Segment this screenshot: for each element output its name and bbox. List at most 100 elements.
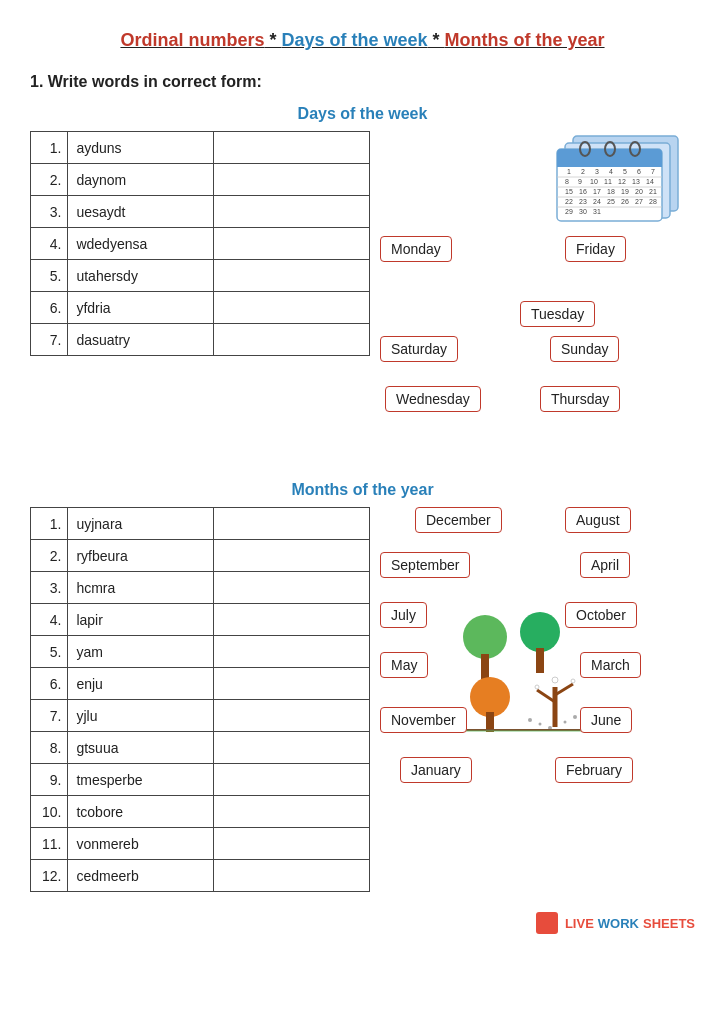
row-num: 2.: [31, 164, 68, 196]
svg-text:18: 18: [607, 188, 615, 195]
row-answer[interactable]: [214, 540, 370, 572]
row-word: daynom: [68, 164, 214, 196]
svg-text:21: 21: [649, 188, 657, 195]
row-num: 7.: [31, 324, 68, 356]
months-word-tag: September: [380, 552, 470, 578]
days-word-tag: Wednesday: [385, 386, 481, 412]
days-word-tag: Tuesday: [520, 301, 595, 327]
months-table-row: 2. ryfbeura: [31, 540, 370, 572]
months-wordbox-area: DecemberAugustSeptemberAprilJulyOctoberM…: [380, 507, 695, 887]
row-answer[interactable]: [214, 700, 370, 732]
svg-text:26: 26: [621, 198, 629, 205]
svg-text:10: 10: [590, 178, 598, 185]
svg-text:23: 23: [579, 198, 587, 205]
row-num: 8.: [31, 732, 68, 764]
svg-text:20: 20: [635, 188, 643, 195]
days-section: 1. ayduns 2. daynom 3. uesaydt 4. wdedye…: [30, 131, 695, 461]
row-answer[interactable]: [214, 860, 370, 892]
days-table-row: 7. dasuatry: [31, 324, 370, 356]
months-table-row: 8. gtsuua: [31, 732, 370, 764]
svg-rect-61: [455, 730, 595, 732]
months-table-row: 1. uyjnara: [31, 508, 370, 540]
row-word: tmesperbe: [68, 764, 214, 796]
row-num: 2.: [31, 540, 68, 572]
svg-text:2: 2: [581, 168, 585, 175]
row-num: 5.: [31, 260, 68, 292]
svg-text:13: 13: [632, 178, 640, 185]
svg-text:15: 15: [565, 188, 573, 195]
row-word: yam: [68, 636, 214, 668]
days-word-boxes: MondayFridayTuesdaySaturdaySundayWednesd…: [380, 231, 690, 461]
row-num: 11.: [31, 828, 68, 860]
months-table-row: 11. vonmereb: [31, 828, 370, 860]
row-num: 3.: [31, 572, 68, 604]
row-answer[interactable]: [214, 764, 370, 796]
months-word-tag: February: [555, 757, 633, 783]
months-table-row: 5. yam: [31, 636, 370, 668]
lw-badge: LIVEWORKSHEETS: [536, 912, 695, 934]
row-num: 6.: [31, 292, 68, 324]
months-word-tag: June: [580, 707, 632, 733]
row-answer[interactable]: [214, 228, 370, 260]
svg-text:1: 1: [567, 168, 571, 175]
row-answer[interactable]: [214, 732, 370, 764]
svg-point-45: [520, 612, 560, 652]
days-table-area: 1. ayduns 2. daynom 3. uesaydt 4. wdedye…: [30, 131, 370, 356]
row-answer[interactable]: [214, 604, 370, 636]
row-answer[interactable]: [214, 260, 370, 292]
months-section: 1. uyjnara 2. ryfbeura 3. hcmra 4. lapir…: [30, 507, 695, 892]
liveworksheets-footer: LIVEWORKSHEETS: [30, 912, 695, 937]
row-word: vonmereb: [68, 828, 214, 860]
row-answer[interactable]: [214, 828, 370, 860]
row-word: enju: [68, 668, 214, 700]
row-num: 4.: [31, 604, 68, 636]
row-answer[interactable]: [214, 668, 370, 700]
title-sep1: *: [264, 30, 281, 50]
svg-text:24: 24: [593, 198, 601, 205]
months-word-tag: April: [580, 552, 630, 578]
row-answer[interactable]: [214, 636, 370, 668]
page-title: Ordinal numbers * Days of the week * Mon…: [30, 30, 695, 51]
svg-text:25: 25: [607, 198, 615, 205]
svg-line-50: [537, 690, 555, 702]
months-word-tag: July: [380, 602, 427, 628]
row-answer[interactable]: [214, 164, 370, 196]
row-answer[interactable]: [214, 796, 370, 828]
row-answer[interactable]: [214, 324, 370, 356]
days-table-row: 4. wdedyensa: [31, 228, 370, 260]
months-table-row: 7. yjlu: [31, 700, 370, 732]
svg-text:8: 8: [565, 178, 569, 185]
row-word: utahersdy: [68, 260, 214, 292]
row-num: 12.: [31, 860, 68, 892]
row-num: 1.: [31, 508, 68, 540]
row-word: uyjnara: [68, 508, 214, 540]
months-word-tag: August: [565, 507, 631, 533]
title-sep2: *: [428, 30, 445, 50]
svg-point-52: [552, 677, 558, 683]
row-answer[interactable]: [214, 196, 370, 228]
svg-point-53: [535, 685, 539, 689]
row-answer[interactable]: [214, 572, 370, 604]
row-word: lapir: [68, 604, 214, 636]
svg-text:16: 16: [579, 188, 587, 195]
row-answer[interactable]: [214, 292, 370, 324]
months-word-boxes: DecemberAugustSeptemberAprilJulyOctoberM…: [380, 507, 690, 887]
row-word: yfdria: [68, 292, 214, 324]
months-table-row: 6. enju: [31, 668, 370, 700]
row-answer[interactable]: [214, 132, 370, 164]
svg-text:28: 28: [649, 198, 657, 205]
row-word: cedmeerb: [68, 860, 214, 892]
svg-text:14: 14: [646, 178, 654, 185]
days-table-row: 3. uesaydt: [31, 196, 370, 228]
days-section-label: Days of the week: [30, 105, 695, 123]
svg-point-59: [573, 715, 577, 719]
months-table-row: 4. lapir: [31, 604, 370, 636]
calendar-container: 1 2 3 4 5 6 7 8 9 10 11 12 13 14 15 16 1…: [380, 131, 695, 226]
days-word-tag: Monday: [380, 236, 452, 262]
row-word: gtsuua: [68, 732, 214, 764]
row-answer[interactable]: [214, 508, 370, 540]
title-days: Days of the week: [281, 30, 427, 50]
months-word-tag: December: [415, 507, 502, 533]
months-table: 1. uyjnara 2. ryfbeura 3. hcmra 4. lapir…: [30, 507, 370, 892]
months-word-tag: October: [565, 602, 637, 628]
